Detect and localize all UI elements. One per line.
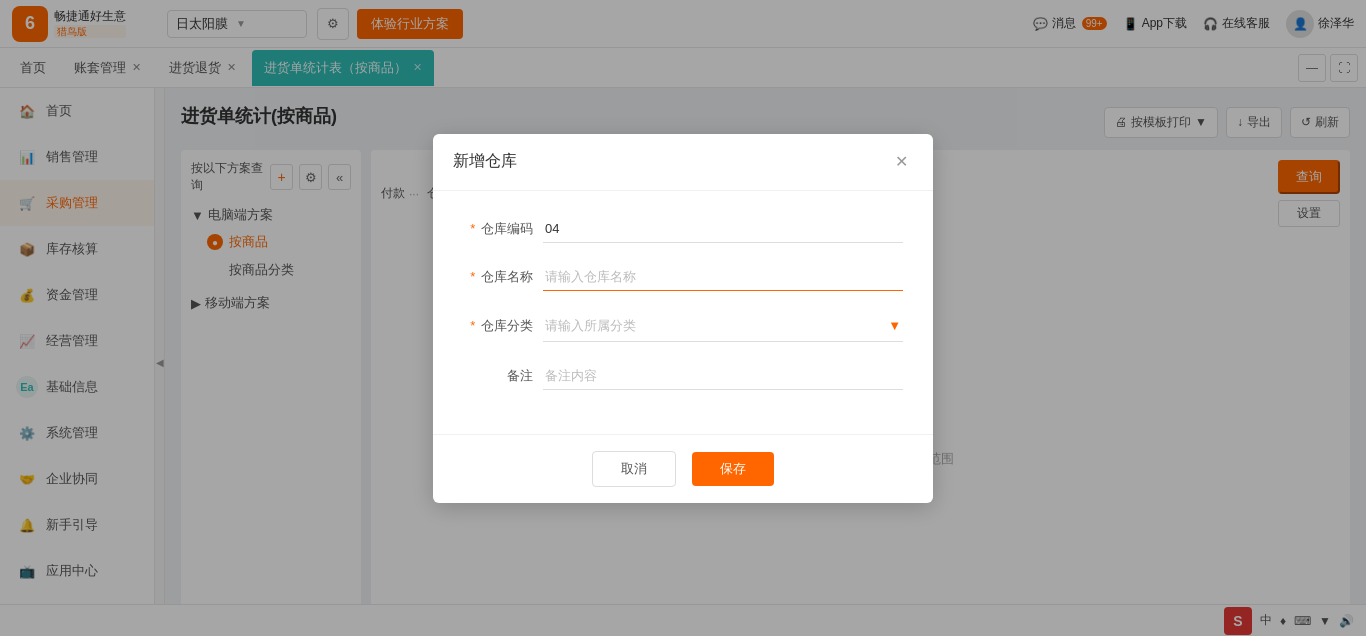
category-required-mark: * [470,318,475,333]
category-label: * 仓库分类 [463,317,543,335]
category-placeholder: 请输入所属分类 [545,317,636,335]
form-row-name: * 仓库名称 [463,263,903,291]
form-row-code: * 仓库编码 [463,215,903,243]
form-row-category: * 仓库分类 请输入所属分类 ▼ [463,311,903,342]
code-input[interactable] [543,215,903,243]
category-select[interactable]: 请输入所属分类 ▼ [543,311,903,342]
modal-overlay[interactable]: 新增仓库 ✕ * 仓库编码 * 仓库名称 [0,0,1366,636]
form-row-remark: * 备注 [463,362,903,390]
save-button[interactable]: 保存 [692,452,774,486]
new-warehouse-modal: 新增仓库 ✕ * 仓库编码 * 仓库名称 [433,134,933,503]
remark-label: * 备注 [463,367,543,385]
cancel-button[interactable]: 取消 [592,451,676,487]
name-input[interactable] [543,263,903,291]
modal-title: 新增仓库 [453,151,517,172]
category-dropdown-arrow: ▼ [888,318,901,333]
remark-input[interactable] [543,362,903,390]
code-label: * 仓库编码 [463,220,543,238]
code-required-mark: * [470,221,475,236]
modal-body: * 仓库编码 * 仓库名称 * 仓库分类 请输入所属 [433,191,933,434]
name-required-mark: * [470,269,475,284]
modal-close-btn[interactable]: ✕ [889,150,913,174]
modal-header: 新增仓库 ✕ [433,134,933,191]
modal-footer: 取消 保存 [433,434,933,503]
name-label: * 仓库名称 [463,268,543,286]
